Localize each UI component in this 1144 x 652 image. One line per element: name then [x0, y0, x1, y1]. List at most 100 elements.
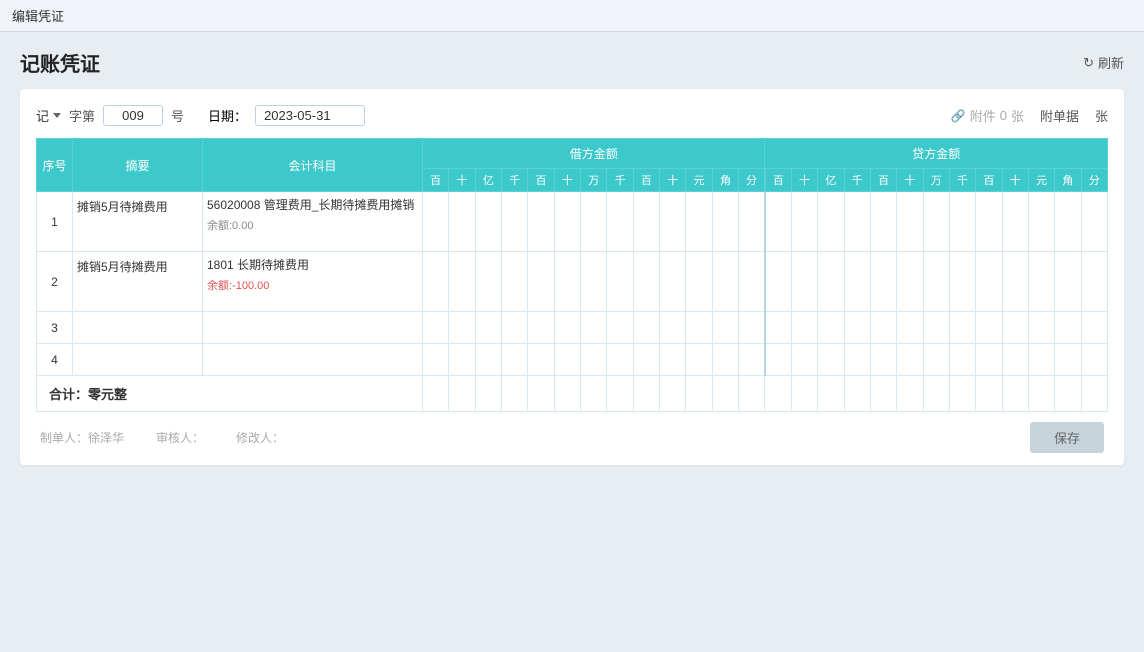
- credit-cell-2-8[interactable]: [976, 312, 1002, 344]
- credit-cell-3-9[interactable]: [1002, 344, 1028, 376]
- save-button[interactable]: 保存: [1030, 422, 1104, 453]
- debit-cell-3-1[interactable]: [449, 344, 475, 376]
- credit-cell-3-11[interactable]: [1055, 344, 1081, 376]
- credit-cell-0-5[interactable]: [897, 192, 923, 252]
- debit-cell-1-12[interactable]: [739, 252, 765, 312]
- credit-cell-1-1[interactable]: [791, 252, 817, 312]
- debit-cell-3-6[interactable]: [581, 344, 607, 376]
- debit-cell-0-1[interactable]: [449, 192, 475, 252]
- debit-cell-1-9[interactable]: [660, 252, 686, 312]
- row-summary-0[interactable]: 摊销5月待摊费用: [73, 192, 203, 252]
- attachment-button[interactable]: 🔗 附件 0 张: [951, 106, 1024, 125]
- credit-cell-1-9[interactable]: [1002, 252, 1028, 312]
- debit-cell-3-0[interactable]: [423, 344, 449, 376]
- credit-cell-1-6[interactable]: [923, 252, 949, 312]
- credit-cell-1-11[interactable]: [1055, 252, 1081, 312]
- debit-cell-3-10[interactable]: [686, 344, 712, 376]
- debit-cell-3-4[interactable]: [528, 344, 554, 376]
- debit-cell-1-0[interactable]: [423, 252, 449, 312]
- debit-cell-2-2[interactable]: [475, 312, 501, 344]
- debit-cell-0-10[interactable]: [686, 192, 712, 252]
- credit-cell-3-0[interactable]: [765, 344, 791, 376]
- debit-cell-2-11[interactable]: [712, 312, 738, 344]
- debit-cell-3-8[interactable]: [633, 344, 659, 376]
- credit-cell-0-12[interactable]: [1081, 192, 1107, 252]
- credit-cell-3-6[interactable]: [923, 344, 949, 376]
- row-summary-1[interactable]: 摊销5月待摊费用: [73, 252, 203, 312]
- credit-cell-3-3[interactable]: [844, 344, 870, 376]
- credit-cell-3-1[interactable]: [791, 344, 817, 376]
- credit-cell-2-3[interactable]: [844, 312, 870, 344]
- debit-cell-1-8[interactable]: [633, 252, 659, 312]
- debit-cell-2-6[interactable]: [581, 312, 607, 344]
- debit-cell-2-7[interactable]: [607, 312, 633, 344]
- debit-cell-2-8[interactable]: [633, 312, 659, 344]
- debit-cell-0-11[interactable]: [712, 192, 738, 252]
- debit-cell-1-1[interactable]: [449, 252, 475, 312]
- credit-cell-2-2[interactable]: [818, 312, 844, 344]
- debit-cell-3-11[interactable]: [712, 344, 738, 376]
- credit-cell-0-11[interactable]: [1055, 192, 1081, 252]
- credit-cell-2-4[interactable]: [870, 312, 896, 344]
- debit-cell-0-7[interactable]: [607, 192, 633, 252]
- debit-cell-1-10[interactable]: [686, 252, 712, 312]
- row-account-0[interactable]: 56020008 管理费用_长期待摊费用摊销余额:0.00: [203, 192, 423, 252]
- debit-cell-2-12[interactable]: [739, 312, 765, 344]
- credit-cell-3-7[interactable]: [949, 344, 975, 376]
- credit-cell-3-4[interactable]: [870, 344, 896, 376]
- debit-cell-1-4[interactable]: [528, 252, 554, 312]
- credit-cell-0-8[interactable]: [976, 192, 1002, 252]
- debit-cell-1-6[interactable]: [581, 252, 607, 312]
- debit-cell-2-3[interactable]: [502, 312, 528, 344]
- debit-cell-1-3[interactable]: [502, 252, 528, 312]
- credit-cell-3-2[interactable]: [818, 344, 844, 376]
- debit-cell-1-7[interactable]: [607, 252, 633, 312]
- credit-cell-1-10[interactable]: [1028, 252, 1054, 312]
- debit-cell-0-5[interactable]: [554, 192, 580, 252]
- debit-cell-3-2[interactable]: [475, 344, 501, 376]
- row-summary-3[interactable]: [73, 344, 203, 376]
- debit-cell-0-9[interactable]: [660, 192, 686, 252]
- debit-cell-1-2[interactable]: [475, 252, 501, 312]
- debit-cell-0-6[interactable]: [581, 192, 607, 252]
- debit-cell-0-0[interactable]: [423, 192, 449, 252]
- credit-cell-3-8[interactable]: [976, 344, 1002, 376]
- credit-cell-1-8[interactable]: [976, 252, 1002, 312]
- credit-cell-3-12[interactable]: [1081, 344, 1107, 376]
- debit-cell-3-9[interactable]: [660, 344, 686, 376]
- slip-button[interactable]: 附单据: [1040, 106, 1079, 125]
- credit-cell-0-3[interactable]: [844, 192, 870, 252]
- debit-cell-0-12[interactable]: [739, 192, 765, 252]
- credit-cell-0-1[interactable]: [791, 192, 817, 252]
- credit-cell-1-12[interactable]: [1081, 252, 1107, 312]
- debit-cell-3-5[interactable]: [554, 344, 580, 376]
- debit-cell-2-10[interactable]: [686, 312, 712, 344]
- credit-cell-0-9[interactable]: [1002, 192, 1028, 252]
- debit-cell-2-5[interactable]: [554, 312, 580, 344]
- debit-cell-1-11[interactable]: [712, 252, 738, 312]
- credit-cell-0-4[interactable]: [870, 192, 896, 252]
- credit-cell-2-10[interactable]: [1028, 312, 1054, 344]
- date-input[interactable]: [255, 105, 365, 126]
- credit-cell-0-6[interactable]: [923, 192, 949, 252]
- debit-cell-0-8[interactable]: [633, 192, 659, 252]
- credit-cell-1-3[interactable]: [844, 252, 870, 312]
- credit-cell-0-0[interactable]: [765, 192, 791, 252]
- debit-cell-0-2[interactable]: [475, 192, 501, 252]
- row-account-3[interactable]: [203, 344, 423, 376]
- voucher-type-select[interactable]: 记: [36, 106, 61, 125]
- credit-cell-0-10[interactable]: [1028, 192, 1054, 252]
- voucher-number-input[interactable]: [103, 105, 163, 126]
- debit-cell-1-5[interactable]: [554, 252, 580, 312]
- credit-cell-2-6[interactable]: [923, 312, 949, 344]
- credit-cell-2-11[interactable]: [1055, 312, 1081, 344]
- credit-cell-2-12[interactable]: [1081, 312, 1107, 344]
- debit-cell-3-12[interactable]: [739, 344, 765, 376]
- debit-cell-3-3[interactable]: [502, 344, 528, 376]
- credit-cell-1-7[interactable]: [949, 252, 975, 312]
- credit-cell-0-2[interactable]: [818, 192, 844, 252]
- credit-cell-1-0[interactable]: [765, 252, 791, 312]
- credit-cell-2-9[interactable]: [1002, 312, 1028, 344]
- credit-cell-2-5[interactable]: [897, 312, 923, 344]
- debit-cell-2-1[interactable]: [449, 312, 475, 344]
